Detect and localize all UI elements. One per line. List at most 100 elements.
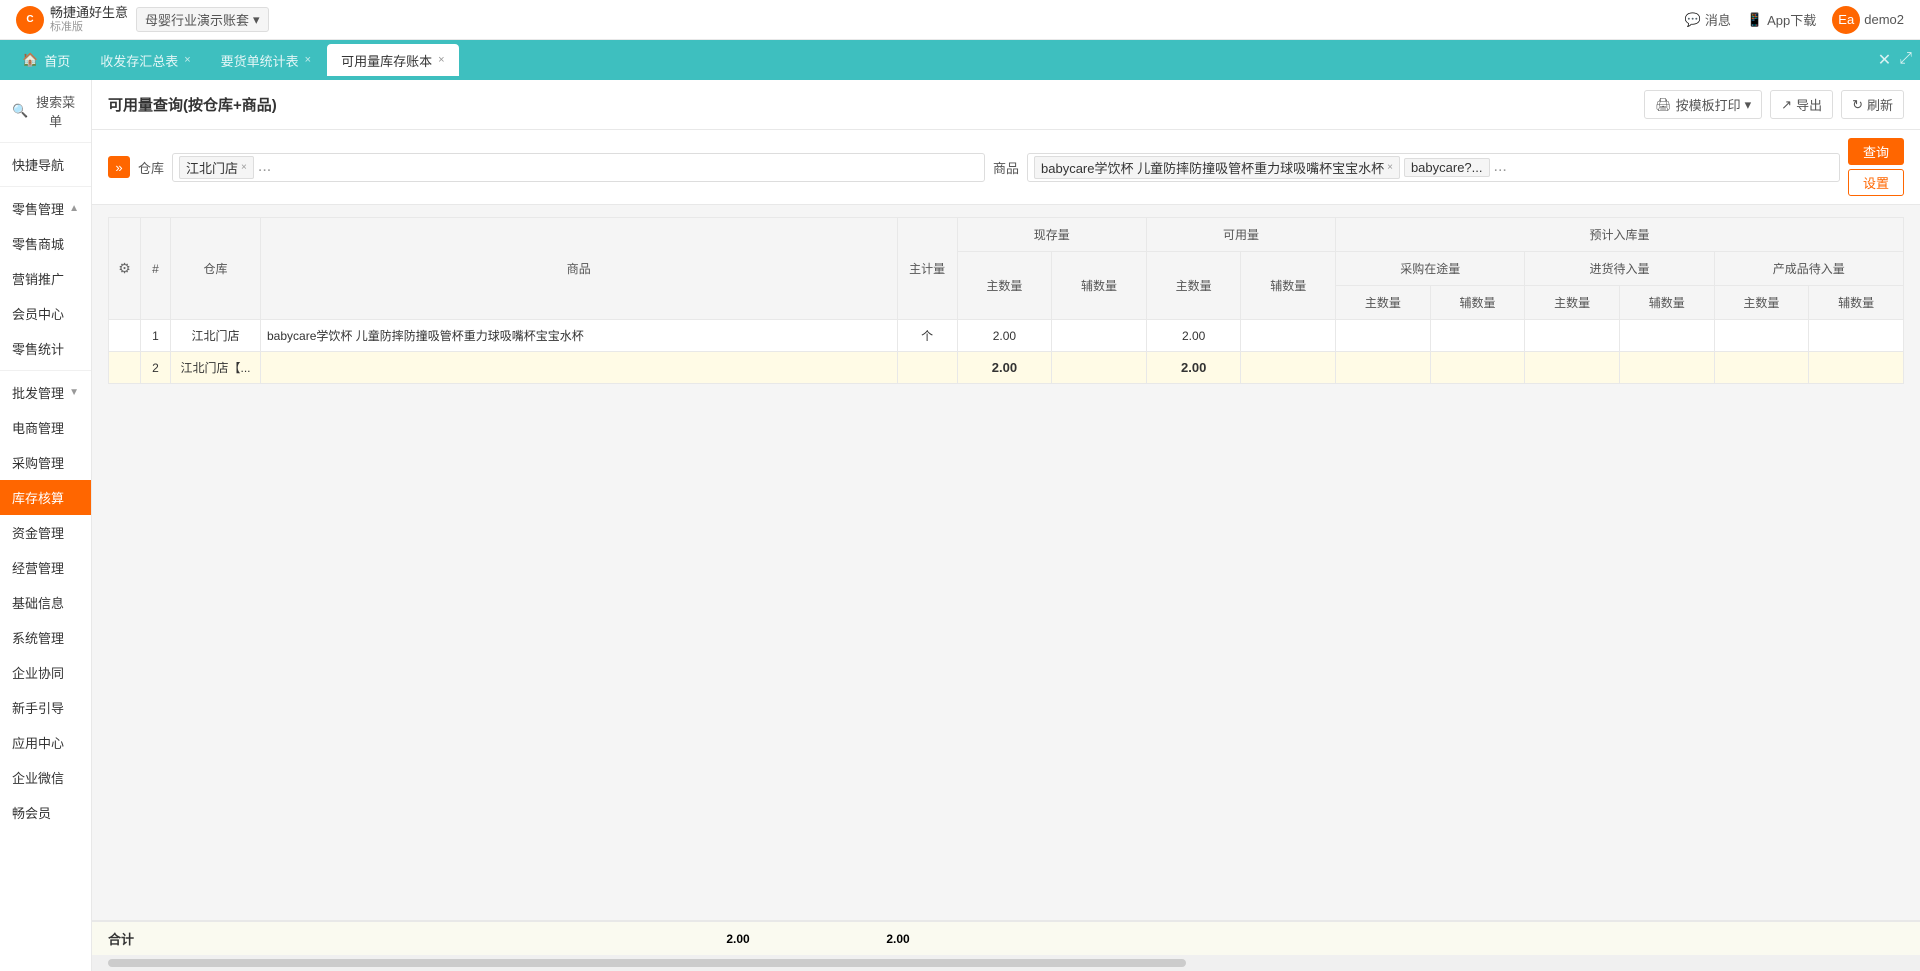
data-table: ⚙ # 仓库 商品 主计量 现存量 可用量 预计入库量 主数量 辅数量 主数量 <box>108 217 1904 384</box>
warehouse-tag-1-close[interactable]: × <box>241 162 247 173</box>
tab-home-label: 首页 <box>44 51 70 70</box>
warehouse-tag-1-text: 江北门店 <box>186 158 238 177</box>
retail-mall-label: 零售商城 <box>12 234 64 253</box>
product-tag-1-close[interactable]: × <box>1387 162 1393 173</box>
warehouse-ellipsis[interactable]: ... <box>258 158 271 176</box>
sidebar-item-newbie[interactable]: 新手引导 <box>0 690 91 725</box>
sidebar-item-app-center[interactable]: 应用中心 <box>0 725 91 760</box>
export-icon: ↗ <box>1781 97 1792 113</box>
sidebar-divider-2 <box>0 370 91 371</box>
sidebar-item-marketing[interactable]: 营销推广 <box>0 261 91 296</box>
sidebar-item-retail-mgmt[interactable]: 零售管理 ▲ <box>0 191 91 226</box>
sidebar-divider-1 <box>0 186 91 187</box>
sidebar-item-finance[interactable]: 资金管理 <box>0 515 91 550</box>
row1-in-main <box>1525 320 1620 352</box>
th-warehouse: 仓库 <box>171 218 261 320</box>
row2-avail-main: 2.00 <box>1146 352 1241 384</box>
page-bottom: 合计 2.00 2.00 <box>92 920 1920 971</box>
sidebar-item-purchase[interactable]: 采购管理 <box>0 445 91 480</box>
gear-icon[interactable]: ⚙ <box>118 260 131 276</box>
close-window-icon[interactable]: ✕ <box>1878 50 1891 70</box>
product-ellipsis[interactable]: ... <box>1494 158 1507 176</box>
print-button[interactable]: 🖨 按模板打印 ▾ <box>1644 90 1762 119</box>
sidebar-item-basic-info[interactable]: 基础信息 <box>0 585 91 620</box>
th-current-group: 现存量 <box>957 218 1146 252</box>
row2-no: 2 <box>141 352 171 384</box>
product-tag-1: babycare学饮杯 儿童防摔防撞吸管杯重力球吸嘴杯宝宝水杯 × <box>1034 156 1400 179</box>
filter-actions: 查询 设置 <box>1848 138 1904 196</box>
sidebar-item-enterprise[interactable]: 企业协同 <box>0 655 91 690</box>
row1-in-sub <box>1619 320 1714 352</box>
tab-keyongliang-close[interactable]: × <box>438 54 444 66</box>
search-menu-button[interactable]: 🔍 搜索菜单 <box>8 88 83 134</box>
tab-yaohuo[interactable]: 要货单统计表 × <box>207 44 325 76</box>
product-filter-tags[interactable]: babycare学饮杯 儿童防摔防撞吸管杯重力球吸嘴杯宝宝水杯 × babyca… <box>1027 153 1840 182</box>
app-download-label: App下载 <box>1767 10 1816 29</box>
user-area[interactable]: Ea demo2 <box>1832 6 1904 34</box>
wechat-label: 企业微信 <box>12 768 64 787</box>
th-current-main: 主数量 <box>957 252 1052 320</box>
industry-selector[interactable]: 母婴行业演示账套 ▾ <box>136 7 269 32</box>
table-row: 1 江北门店 babycare学饮杯 儿童防摔防撞吸管杯重力球吸嘴杯宝宝水杯 个… <box>109 320 1904 352</box>
th-current-sub: 辅数量 <box>1052 252 1147 320</box>
sidebar-item-system[interactable]: 系统管理 <box>0 620 91 655</box>
query-button[interactable]: 查询 <box>1848 138 1904 165</box>
th-forecast-group: 预计入库量 <box>1336 218 1904 252</box>
filter-row: 仓库 江北门店 × ... 商品 babycare学饮杯 儿童防摔防撞吸管杯重力… <box>138 153 1840 182</box>
sidebar-item-wechat[interactable]: 企业微信 <box>0 760 91 795</box>
footer-current-main: 2.00 <box>698 932 778 946</box>
filter-expand-button[interactable]: » <box>108 156 130 178</box>
export-label: 导出 <box>1796 95 1822 114</box>
refresh-button[interactable]: ↻ 刷新 <box>1841 90 1904 119</box>
th-pur-main: 主数量 <box>1336 286 1431 320</box>
th-pro-sub: 辅数量 <box>1809 286 1904 320</box>
sidebar-item-retail-stats[interactable]: 零售统计 <box>0 331 91 366</box>
sidebar-item-vip[interactable]: 畅会员 <box>0 795 91 830</box>
sidebar-item-quicknav[interactable]: 快捷导航 <box>0 147 91 182</box>
th-avail-sub: 辅数量 <box>1241 252 1336 320</box>
nav-right-icons: ✕ ⤢ <box>1878 50 1912 70</box>
product-tag-2: babycare?... <box>1404 158 1490 177</box>
sidebar-item-inventory[interactable]: 库存核算 <box>0 480 91 515</box>
tab-home[interactable]: 🏠 首页 <box>8 44 84 76</box>
retail-mgmt-arrow: ▲ <box>69 203 79 214</box>
horizontal-scrollbar[interactable] <box>108 959 1186 967</box>
sidebar-item-retail-mall[interactable]: 零售商城 <box>0 226 91 261</box>
retail-mgmt-label: 零售管理 <box>12 199 64 218</box>
row1-current-main: 2.00 <box>957 320 1052 352</box>
filter-settings-button[interactable]: 设置 <box>1848 169 1904 196</box>
inventory-label: 库存核算 <box>12 488 64 507</box>
row2-unit <box>897 352 957 384</box>
row2-in-sub <box>1619 352 1714 384</box>
th-unit: 主计量 <box>897 218 957 320</box>
basic-info-label: 基础信息 <box>12 593 64 612</box>
sidebar-item-ecommerce[interactable]: 电商管理 <box>0 410 91 445</box>
logo-main: 畅捷通好生意 <box>50 5 128 21</box>
export-button[interactable]: ↗ 导出 <box>1770 90 1833 119</box>
tab-shoufacun-close[interactable]: × <box>184 54 190 66</box>
tab-keyongliang[interactable]: 可用量库存账本 × <box>327 44 458 76</box>
app-download-button[interactable]: 📱 App下载 <box>1747 10 1816 29</box>
expand-window-icon[interactable]: ⤢ <box>1899 50 1912 70</box>
settings-label: 设置 <box>1863 176 1889 191</box>
sidebar-item-wholesale[interactable]: 批发管理 ▼ <box>0 375 91 410</box>
warehouse-filter-label: 仓库 <box>138 158 164 177</box>
sidebar-item-operation[interactable]: 经营管理 <box>0 550 91 585</box>
main-layout: 🔍 搜索菜单 快捷导航 零售管理 ▲ 零售商城 营销推广 会员中心 <box>0 80 1920 971</box>
print-icon: 🖨 <box>1655 97 1672 113</box>
top-bar: C 畅捷通好生意 标准版 母婴行业演示账套 ▾ 💬 消息 📱 App下载 Ea … <box>0 0 1920 40</box>
warehouse-filter-tags[interactable]: 江北门店 × ... <box>172 153 985 182</box>
sidebar-item-member[interactable]: 会员中心 <box>0 296 91 331</box>
top-bar-right: 💬 消息 📱 App下载 Ea demo2 <box>1685 6 1904 34</box>
message-button[interactable]: 💬 消息 <box>1685 10 1731 29</box>
table-row: 2 江北门店【... 2.00 2.00 <box>109 352 1904 384</box>
tab-yaohuo-close[interactable]: × <box>305 54 311 66</box>
marketing-label: 营销推广 <box>12 269 64 288</box>
row2-pro-main <box>1714 352 1809 384</box>
row1-settings <box>109 320 141 352</box>
tab-shoufacun[interactable]: 收发存汇总表 × <box>86 44 204 76</box>
nav-tabs: 🏠 首页 收发存汇总表 × 要货单统计表 × 可用量库存账本 × ✕ ⤢ <box>0 40 1920 80</box>
th-in-sub: 辅数量 <box>1619 286 1714 320</box>
message-icon: 💬 <box>1685 12 1701 28</box>
scrollbar-area[interactable] <box>92 955 1920 971</box>
